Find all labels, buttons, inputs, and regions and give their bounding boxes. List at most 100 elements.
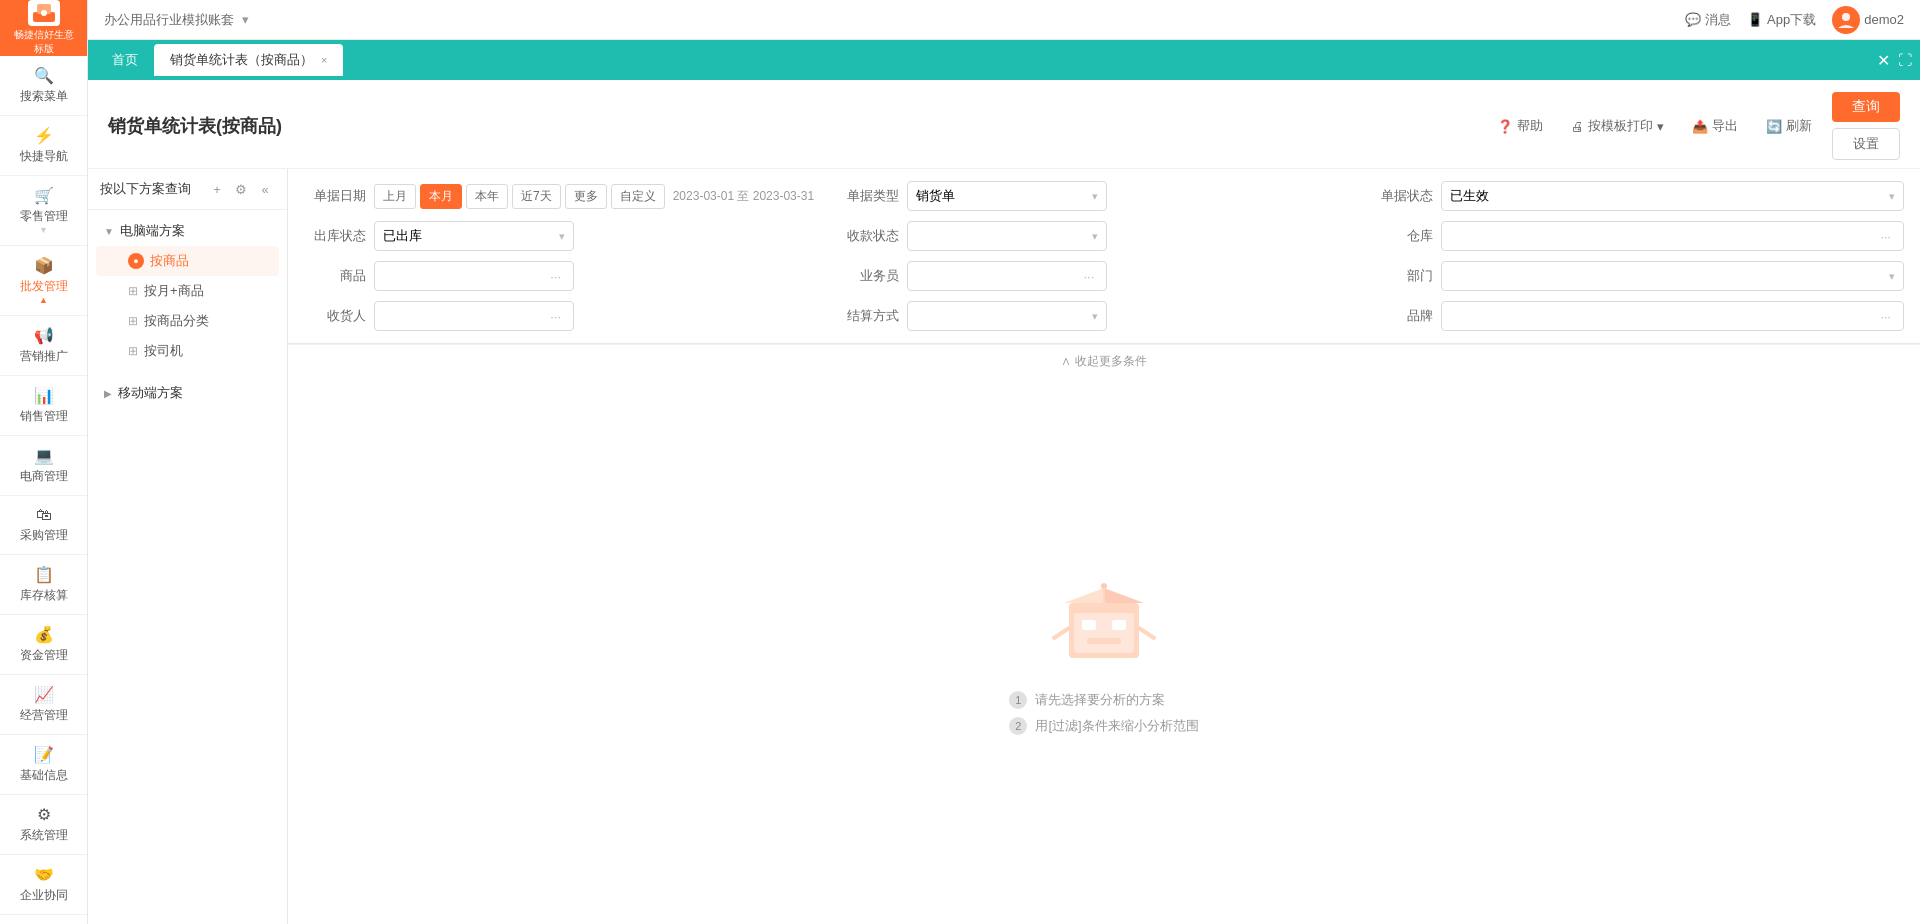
add-icon: + [213,182,221,197]
last-month-btn[interactable]: 上月 [374,184,416,209]
sidebar-item-retail-label: 零售管理 [20,208,68,225]
scheme-item-by-goods[interactable]: ● 按商品 [96,246,279,276]
sidebar-item-purchase[interactable]: 🛍 采购管理 [0,496,88,555]
sidebar-item-basic-info[interactable]: 📝 基础信息 [0,735,88,795]
desktop-scheme-title[interactable]: ▼ 电脑端方案 [96,216,279,246]
out-status-label: 出库状态 [304,227,374,245]
department-control: ▾ [1441,261,1904,291]
message-button[interactable]: 💬 消息 [1685,11,1731,29]
scheme-title: 按以下方案查询 [100,180,191,198]
department-select[interactable]: ▾ [1441,261,1904,291]
main-wrapper: 办公用品行业模拟账套 ▾ 💬 消息 📱 App下载 demo2 首页 [88,0,1920,924]
query-button[interactable]: 查询 [1832,92,1900,122]
add-scheme-button[interactable]: + [207,179,227,199]
filter-row-3: 商品 ··· 业务员 [304,261,1904,291]
mobile-scheme-title[interactable]: ▶ 移动端方案 [96,378,279,408]
payment-status-select[interactable]: ▾ [907,221,1107,251]
tab-bar-actions: ✕ ⛶ [1877,51,1912,70]
tab-close-window-icon[interactable]: ✕ [1877,51,1890,70]
sidebar-item-wholesale[interactable]: 📦 批发管理 ▲ [0,246,88,316]
export-button[interactable]: 📤 导出 [1684,113,1746,139]
svg-rect-7 [1112,620,1126,630]
page-content: 销货单统计表(按商品) ❓ 帮助 🖨 按模板打印 ▾ 📤 导出 🔄 刷新 [88,80,1920,924]
sidebar-item-enterprise-label: 企业协同 [20,887,68,904]
bill-status-select[interactable]: 已生效 ▾ [1441,181,1904,211]
out-status-select[interactable]: 已出库 ▾ [374,221,574,251]
sidebar-item-sales[interactable]: 📊 销售管理 [0,376,88,436]
sidebar-item-finance[interactable]: 💰 资金管理 [0,615,88,675]
svg-line-11 [1054,628,1069,638]
warehouse-ellipsis[interactable]: ··· [1876,229,1895,244]
download-icon: 📱 [1747,12,1763,27]
sidebar-item-enterprise[interactable]: 🤝 企业协同 [0,855,88,915]
settlement-label: 结算方式 [837,307,907,325]
industry-dropdown-icon[interactable]: ▾ [242,12,249,27]
export-icon: 📤 [1692,119,1708,134]
marketing-icon: 📢 [34,326,54,345]
bill-status-cell: 单据状态 已生效 ▾ [1371,181,1904,211]
quicknav-icon: ⚡ [34,126,54,145]
collapse-bar[interactable]: ∧ 收起更多条件 [288,344,1920,378]
sidebar-item-operations[interactable]: 📈 经营管理 [0,675,88,735]
tab-home[interactable]: 首页 [96,44,154,76]
scheme-item-by-driver[interactable]: ⊞ 按司机 [96,336,279,366]
sidebar-item-system-label: 系统管理 [20,827,68,844]
user-menu-button[interactable]: demo2 [1832,6,1904,34]
scheme-item-by-category[interactable]: ⊞ 按商品分类 [96,306,279,336]
tab-fullscreen-icon[interactable]: ⛶ [1898,52,1912,68]
sidebar-item-quicknav[interactable]: ⚡ 快捷导航 [0,116,88,176]
template-print-button[interactable]: 🖨 按模板打印 ▾ [1563,113,1672,139]
this-year-btn[interactable]: 本年 [466,184,508,209]
logo-icon [28,0,60,26]
refresh-label: 刷新 [1786,117,1812,135]
purchase-icon: 🛍 [36,506,52,524]
enterprise-icon: 🤝 [34,865,54,884]
this-month-btn[interactable]: 本月 [420,184,462,209]
print-icon: 🖨 [1571,119,1584,134]
7days-btn[interactable]: 近7天 [512,184,561,209]
warehouse-select[interactable]: ··· [1441,221,1904,251]
custom-date-btn[interactable]: 自定义 [611,184,665,209]
receiver-select[interactable]: ··· [374,301,574,331]
app-download-button[interactable]: 📱 App下载 [1747,11,1816,29]
settings-button[interactable]: 设置 [1832,128,1900,160]
sidebar-item-ecommerce[interactable]: 💻 电商管理 [0,436,88,496]
sidebar-item-inventory[interactable]: 📋 库存核算 [0,555,88,615]
sidebar-item-marketing[interactable]: 📢 营销推广 [0,316,88,376]
refresh-button[interactable]: 🔄 刷新 [1758,113,1820,139]
svg-point-2 [41,10,47,16]
help-button[interactable]: ❓ 帮助 [1489,113,1551,139]
sidebar-item-system[interactable]: ⚙ 系统管理 [0,795,88,855]
goods-select[interactable]: ··· [374,261,574,291]
refresh-icon: 🔄 [1766,119,1782,134]
brand-select[interactable]: ··· [1441,301,1904,331]
receiver-ellipsis[interactable]: ··· [546,309,565,324]
payment-status-arrow: ▾ [1092,230,1098,243]
salesman-select[interactable]: ··· [907,261,1107,291]
right-panel: 单据日期 上月 本月 本年 近7天 更多 自定义 2023-03-01 至 20… [288,169,1920,924]
goods-ellipsis[interactable]: ··· [546,269,565,284]
sidebar-item-search[interactable]: 🔍 搜索菜单 [0,56,88,116]
category-label: 按商品分类 [144,312,209,330]
empty-tip-2: 2 用[过滤]条件来缩小分析范围 [1009,717,1198,735]
scheme-item-by-month-goods[interactable]: ⊞ 按月+商品 [96,276,279,306]
tab-close-icon[interactable]: × [321,54,327,66]
brand-ellipsis[interactable]: ··· [1876,309,1895,324]
sidebar-item-newuser[interactable]: 🎯 新手引导 [0,915,88,924]
salesman-ellipsis[interactable]: ··· [1079,269,1098,284]
sidebar-item-purchase-label: 采购管理 [20,527,68,544]
header-right: 💬 消息 📱 App下载 demo2 [1685,6,1904,34]
warehouse-control: ··· [1441,221,1904,251]
tab-sales-stats[interactable]: 销货单统计表（按商品） × [154,44,343,76]
settings-scheme-button[interactable]: ⚙ [231,179,251,199]
bill-status-control: 已生效 ▾ [1441,181,1904,211]
driver-icon: ⊞ [128,344,138,358]
bill-type-select[interactable]: 销货单 ▾ [907,181,1107,211]
sidebar-item-operations-label: 经营管理 [20,707,68,724]
search-icon: 🔍 [34,66,54,85]
wholesale-arrow-icon: ▲ [39,295,48,305]
more-date-btn[interactable]: 更多 [565,184,607,209]
sidebar-item-retail[interactable]: 🛒 零售管理 ▼ [0,176,88,246]
settlement-select[interactable]: ▾ [907,301,1107,331]
collapse-scheme-button[interactable]: « [255,179,275,199]
